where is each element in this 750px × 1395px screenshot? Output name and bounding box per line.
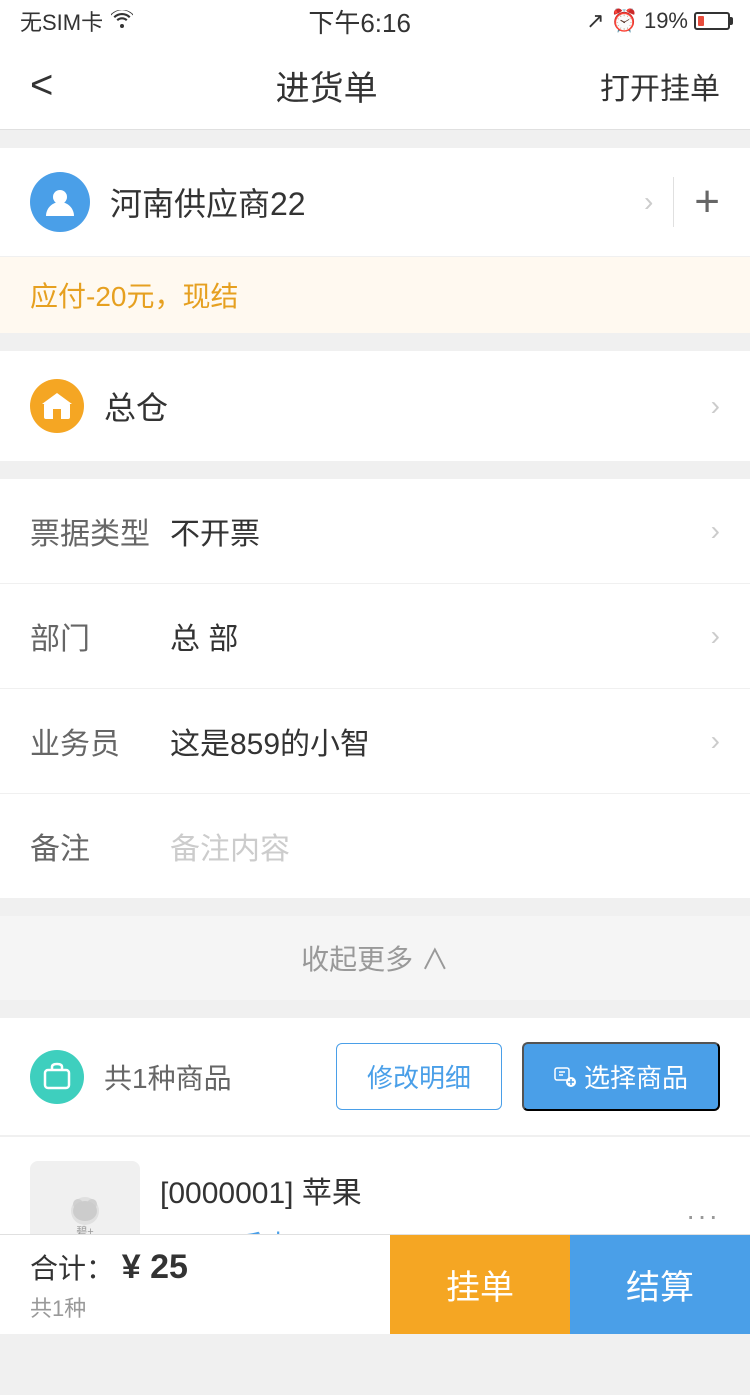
notice-text: 应付-20元，现结 [30, 281, 238, 312]
total-section: 合计： ¥ 25 共1种 [0, 1235, 390, 1334]
warehouse-icon [30, 379, 84, 433]
hang-button[interactable]: 挂单 [390, 1235, 570, 1334]
back-button[interactable]: < [30, 63, 53, 108]
battery-icon [694, 12, 730, 30]
total-row: 合计： ¥ 25 [30, 1247, 360, 1287]
supplier-row[interactable]: 河南供应商22 › + [0, 148, 750, 257]
form-section: 票据类型 不开票 › 部门 总 部 › 业务员 这是859的小智 › 备注 备注… [0, 479, 750, 898]
product-id: [0000001] [160, 1177, 293, 1210]
supplier-chevron: › [644, 186, 653, 218]
product-more-button[interactable]: ··· [686, 1200, 720, 1232]
add-supplier-button[interactable]: + [694, 180, 720, 224]
nav-bar: < 进货单 打开挂单 [0, 42, 750, 130]
warehouse-row[interactable]: 总仓 › [0, 351, 750, 461]
warehouse-section: 总仓 › [0, 351, 750, 461]
alarm-icon: ⏰ [611, 8, 638, 34]
staff-chevron: › [711, 725, 720, 757]
checkout-button[interactable]: 结算 [570, 1235, 750, 1334]
invoice-row[interactable]: 票据类型 不开票 › [0, 479, 750, 584]
supplier-name: 河南供应商22 [110, 179, 644, 225]
select-product-button[interactable]: 选择商品 [522, 1042, 720, 1111]
open-pending-button[interactable]: 打开挂单 [600, 64, 720, 108]
product-name: [0000001] 苹果 [160, 1168, 666, 1212]
total-label: 合计： [30, 1253, 114, 1284]
remark-label: 备注 [30, 824, 170, 868]
wifi-icon [111, 8, 133, 34]
remark-input[interactable]: 备注内容 [170, 824, 720, 868]
page-title: 进货单 [276, 61, 378, 110]
product-count-text: 共1种商品 [104, 1057, 316, 1097]
staff-label: 业务员 [30, 719, 170, 763]
bottom-bar: 合计： ¥ 25 共1种 挂单 结算 [0, 1234, 750, 1334]
collapse-text: 收起更多 ∧ [301, 944, 449, 975]
supplier-divider [673, 177, 674, 227]
total-amount: ¥ 25 [122, 1248, 188, 1286]
invoice-value: 不开票 [170, 509, 711, 553]
supplier-avatar [30, 172, 90, 232]
total-count: 共1种 [30, 1291, 360, 1323]
remark-row[interactable]: 备注 备注内容 [0, 794, 750, 898]
product-count-icon [30, 1050, 84, 1104]
select-product-label: 选择商品 [584, 1058, 688, 1095]
dept-label: 部门 [30, 614, 170, 658]
status-bar: 无SIM卡 下午6:16 ↗ ⏰ 19% [0, 0, 750, 42]
dept-chevron: › [711, 620, 720, 652]
notice-bar: 应付-20元，现结 [0, 257, 750, 333]
supplier-section: 河南供应商22 › + 应付-20元，现结 [0, 148, 750, 333]
warehouse-chevron: › [711, 390, 720, 422]
carrier-text: 无SIM卡 [20, 5, 103, 37]
product-title: 苹果 [302, 1177, 362, 1210]
edit-detail-button[interactable]: 修改明细 [336, 1043, 502, 1110]
invoice-label: 票据类型 [30, 509, 170, 553]
battery-percent: 19% [644, 8, 688, 34]
status-right: ↗ ⏰ 19% [586, 8, 730, 34]
staff-row[interactable]: 业务员 这是859的小智 › [0, 689, 750, 794]
dept-row[interactable]: 部门 总 部 › [0, 584, 750, 689]
status-time: 下午6:16 [308, 3, 411, 40]
location-icon: ↗ [586, 8, 604, 34]
status-left: 无SIM卡 [20, 5, 133, 37]
invoice-chevron: › [711, 515, 720, 547]
main-content: 河南供应商22 › + 应付-20元，现结 总仓 › 票据类型 不开票 [0, 148, 750, 1395]
staff-value: 这是859的小智 [170, 719, 711, 763]
dept-value: 总 部 [170, 614, 711, 658]
warehouse-label: 总仓 [104, 383, 711, 429]
collapse-button[interactable]: 收起更多 ∧ [0, 916, 750, 1000]
product-header: 共1种商品 修改明细 选择商品 [0, 1018, 750, 1135]
